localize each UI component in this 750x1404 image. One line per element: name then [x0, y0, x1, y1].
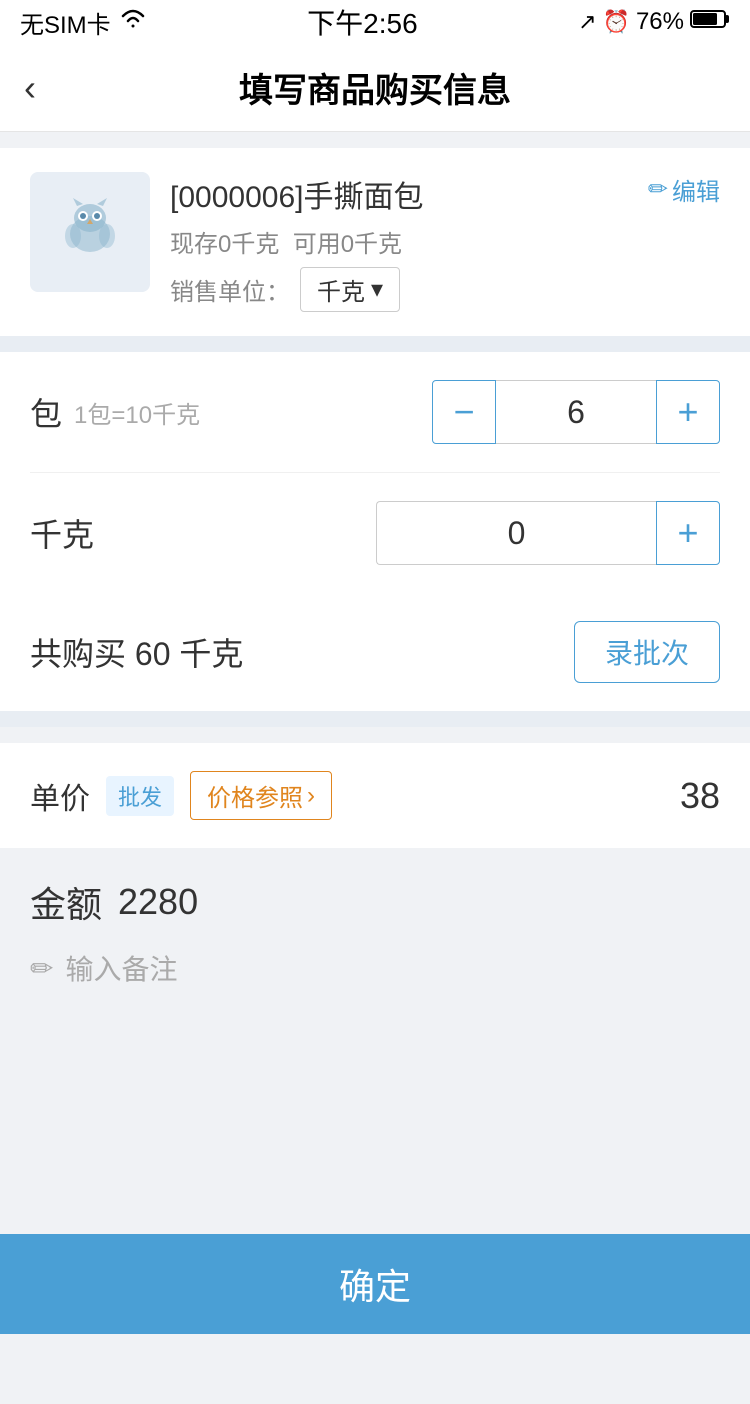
price-row: 单价 批发 价格参照 › 38 — [30, 771, 720, 820]
package-increase-button[interactable]: + — [656, 380, 720, 444]
price-value: 38 — [680, 775, 720, 817]
amount-label: 金额 — [30, 876, 102, 928]
batch-button[interactable]: 录批次 — [574, 621, 720, 683]
price-reference-button[interactable]: 价格参照 › — [190, 771, 332, 820]
nav-bar: ‹ 填写商品购买信息 — [0, 44, 750, 132]
kg-quantity-input[interactable] — [376, 501, 656, 565]
carrier-label: 无SIM卡 — [20, 5, 111, 40]
product-thumbnail — [55, 196, 125, 268]
package-label: 包 1包=10千克 — [30, 389, 200, 435]
price-badge: 批发 — [106, 776, 174, 816]
wifi-icon — [119, 8, 147, 37]
edit-icon: ✏ — [648, 175, 668, 204]
kg-increase-button[interactable]: + — [656, 501, 720, 565]
pencil-icon: ✏ — [30, 952, 53, 985]
battery-label: 76% — [636, 8, 684, 36]
package-quantity-input[interactable] — [496, 380, 656, 444]
package-quantity-control: − + — [432, 380, 720, 444]
package-decrease-button[interactable]: − — [432, 380, 496, 444]
status-bar: 无SIM卡 下午2:56 ↗ ⏰ 76% — [0, 0, 750, 44]
amount-section: 金额 2280 ✏ 输入备注 — [0, 848, 750, 1004]
amount-value: 2280 — [118, 881, 198, 923]
product-name: [0000006]手撕面包 — [170, 172, 720, 216]
battery-icon — [690, 8, 730, 37]
price-section: 单价 批发 价格参照 › 38 — [0, 743, 750, 848]
remark-label: 输入备注 — [65, 948, 177, 988]
chevron-down-icon: ▾ — [371, 275, 383, 304]
amount-row: 金额 2280 — [30, 876, 720, 928]
confirm-button[interactable]: 确定 — [0, 1234, 750, 1334]
product-info: [0000006]手撕面包 现存0千克 可用0千克 销售单位： 千克 ▾ — [170, 172, 720, 312]
section-divider-2 — [0, 711, 750, 727]
package-row: 包 1包=10千克 − + — [30, 352, 720, 473]
product-image — [30, 172, 150, 292]
page-title: 填写商品购买信息 — [239, 63, 511, 112]
product-unit: 销售单位： 千克 ▾ — [170, 267, 720, 312]
location-icon: ↗ — [578, 9, 596, 35]
back-button[interactable]: ‹ — [24, 67, 36, 109]
edit-button[interactable]: ✏ 编辑 — [648, 172, 720, 207]
quantity-section: 包 1包=10千克 − + 千克 + — [0, 352, 750, 593]
kg-row: 千克 + — [30, 473, 720, 593]
kg-quantity-control: + — [376, 501, 720, 565]
unit-select[interactable]: 千克 ▾ — [300, 267, 400, 312]
section-divider-1 — [0, 336, 750, 352]
summary-text: 共购买 60 千克 — [30, 629, 243, 675]
summary-row: 共购买 60 千克 录批次 — [0, 593, 750, 711]
product-stock: 现存0千克 可用0千克 — [170, 224, 720, 259]
summary-amount: 60 — [135, 636, 171, 672]
remark-row[interactable]: ✏ 输入备注 — [30, 948, 720, 988]
product-card: [0000006]手撕面包 现存0千克 可用0千克 销售单位： 千克 ▾ ✏ 编… — [0, 148, 750, 336]
chevron-right-icon: › — [307, 782, 315, 810]
alarm-icon: ⏰ — [603, 9, 630, 35]
status-time: 下午2:56 — [307, 2, 418, 42]
status-right: ↗ ⏰ 76% — [578, 8, 730, 37]
package-sub-label: 1包=10千克 — [74, 395, 200, 430]
price-label: 单价 — [30, 774, 90, 818]
status-left: 无SIM卡 — [20, 5, 147, 40]
kg-label: 千克 — [30, 510, 94, 556]
